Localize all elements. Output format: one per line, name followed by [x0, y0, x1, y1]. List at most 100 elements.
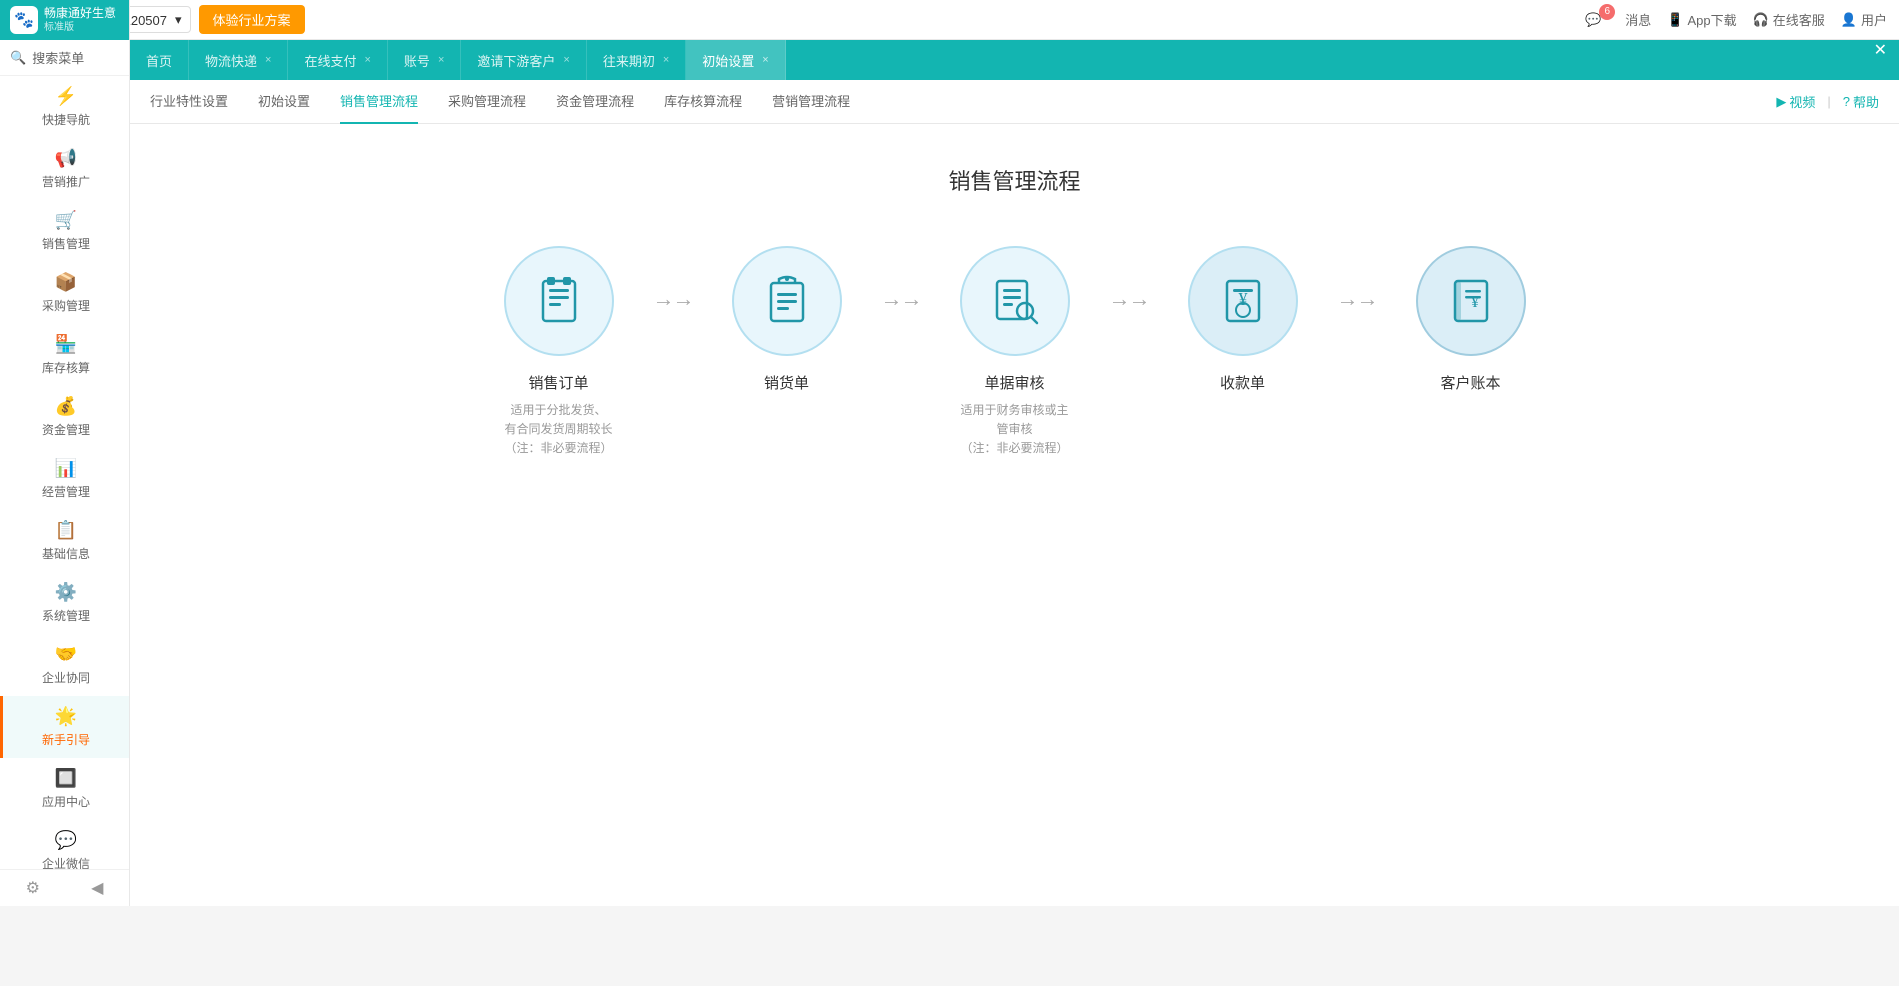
enterprise-coop-icon: 🤝: [55, 644, 77, 665]
logo-text: 畅康通好生意: [44, 6, 116, 22]
sidebar-item-enterprise-wechat[interactable]: 💬 企业微信: [0, 820, 129, 869]
sub-tabs-left: 行业特性设置 初始设置 销售管理流程 采购管理流程 资金管理流程 库存核算流程 …: [150, 80, 850, 124]
collapse-sidebar-icon[interactable]: ◀: [91, 878, 103, 898]
close-icon[interactable]: ×: [762, 54, 768, 66]
quick-nav-icon: ⚡: [55, 86, 77, 107]
flow-step-sales-delivery: 销货单: [697, 246, 877, 401]
sidebar-item-label: 系统管理: [42, 607, 90, 624]
nav-tab-period-init[interactable]: 往来期初 ×: [587, 40, 686, 80]
main-content: 行业特性设置 初始设置 销售管理流程 采购管理流程 资金管理流程 库存核算流程 …: [130, 80, 1899, 906]
logo-icon: 🐾: [10, 6, 38, 34]
flow-step-title: 收款单: [1220, 372, 1265, 393]
nav-tabs: 首页 物流快递 × 在线支付 × 账号 × 邀请下游客户 × 往来期初 × 初始…: [130, 40, 1899, 80]
search-menu-item[interactable]: 🔍 搜索菜单: [0, 40, 129, 76]
flow-step-doc-review: 单据审核 适用于财务审核或主管审核（注：非必要流程）: [925, 246, 1105, 459]
sidebar-item-inventory[interactable]: 🏪 库存核算: [0, 324, 129, 386]
sidebar-item-sales-mgmt[interactable]: 🛒 销售管理: [0, 200, 129, 262]
help-button[interactable]: ? 帮助: [1843, 92, 1879, 111]
sidebar-item-label: 新手引导: [42, 731, 90, 748]
sub-tab-label: 采购管理流程: [448, 91, 526, 110]
flow-step-title: 客户账本: [1440, 372, 1500, 393]
user-label: 用户: [1861, 10, 1887, 29]
sidebar-item-purchase-mgmt[interactable]: 📦 采购管理: [0, 262, 129, 324]
flow-step-receipt: ¥ 收款单: [1153, 246, 1333, 401]
close-icon[interactable]: ×: [438, 54, 444, 66]
nav-tab-payment[interactable]: 在线支付 ×: [288, 40, 387, 80]
flow-step-desc: 适用于分批发货、有合同发货周期较长（注：非必要流程）: [504, 401, 612, 459]
nav-tab-account[interactable]: 账号 ×: [388, 40, 461, 80]
messages-button[interactable]: 💬 6 消息: [1585, 10, 1651, 29]
trial-button[interactable]: 体验行业方案: [199, 5, 305, 34]
flow-step-title: 销售订单: [528, 372, 588, 393]
sidebar-item-ops-mgmt[interactable]: 📊 经营管理: [0, 448, 129, 510]
sidebar-item-sys-mgmt[interactable]: ⚙️ 系统管理: [0, 572, 129, 634]
top-bar: 用户690企业1660120507 ▾ 体验行业方案 💬 6 消息 📱 App下…: [0, 0, 1899, 40]
page-body: 销售管理流程 销售订单 适用于分批发货、有合同发货周期较长（注：非必要流程）: [130, 124, 1899, 479]
sub-tab-industry-settings[interactable]: 行业特性设置: [150, 80, 228, 124]
sidebar-item-quick-nav[interactable]: ⚡ 快捷导航: [0, 76, 129, 138]
user-avatar-button[interactable]: 👤 用户: [1841, 10, 1887, 29]
close-icon[interactable]: ×: [663, 54, 669, 66]
flow-arrow-4: →→: [1333, 286, 1381, 312]
flow-diagram: 销售订单 适用于分批发货、有合同发货周期较长（注：非必要流程） →→ 销货: [170, 246, 1859, 459]
play-icon: ▶: [1776, 94, 1786, 110]
nav-tab-invite[interactable]: 邀请下游客户 ×: [461, 40, 586, 80]
close-icon[interactable]: ×: [563, 54, 569, 66]
ops-icon: 📊: [55, 458, 77, 479]
sidebar-item-new-guide[interactable]: 🌟 新手引导: [0, 696, 129, 758]
sub-tab-finance-flow[interactable]: 资金管理流程: [556, 80, 634, 124]
app-download-button[interactable]: 📱 App下载: [1667, 10, 1736, 29]
basic-info-icon: 📋: [55, 520, 77, 541]
sub-tab-label: 销售管理流程: [340, 91, 418, 110]
search-icon: 🔍: [10, 50, 26, 66]
sub-tabs: 行业特性设置 初始设置 销售管理流程 采购管理流程 资金管理流程 库存核算流程 …: [130, 80, 1899, 124]
nav-tab-logistics[interactable]: 物流快递 ×: [189, 40, 288, 80]
page-title: 销售管理流程: [170, 164, 1859, 196]
sidebar-item-finance-mgmt[interactable]: 💰 资金管理: [0, 386, 129, 448]
sub-tab-purchase-flow[interactable]: 采购管理流程: [448, 80, 526, 124]
flow-step-title: 销货单: [764, 372, 809, 393]
sales-icon: 🛒: [55, 210, 77, 231]
flow-circle-sales-order: [504, 246, 614, 356]
sidebar-item-enterprise-coop[interactable]: 🤝 企业协同: [0, 634, 129, 696]
video-help-button[interactable]: ▶ 视频: [1776, 92, 1815, 111]
flow-arrow-2: →→: [877, 286, 925, 312]
close-icon[interactable]: ×: [265, 54, 271, 66]
sidebar-item-basic-info[interactable]: 📋 基础信息: [0, 510, 129, 572]
online-service-label: 在线客服: [1773, 10, 1825, 29]
download-icon: 📱: [1667, 12, 1683, 28]
sidebar-item-label: 资金管理: [42, 421, 90, 438]
close-window-icon[interactable]: ✕: [1874, 40, 1887, 80]
online-service-button[interactable]: 🎧 在线客服: [1753, 10, 1825, 29]
app-center-icon: 🔲: [55, 768, 77, 789]
inventory-icon: 🏪: [55, 334, 77, 355]
sys-mgmt-icon: ⚙️: [55, 582, 77, 603]
sidebar-item-label: 营销推广: [42, 173, 90, 190]
nav-tab-label: 账号: [404, 51, 430, 70]
close-icon[interactable]: ×: [364, 54, 370, 66]
sidebar-item-label: 销售管理: [42, 235, 90, 252]
sidebar-item-label: 经营管理: [42, 483, 90, 500]
nav-tab-home[interactable]: 首页: [130, 40, 189, 80]
sub-tab-initial-settings[interactable]: 初始设置: [258, 80, 310, 124]
sub-tab-marketing-flow[interactable]: 营销管理流程: [772, 80, 850, 124]
settings-bottom-icon[interactable]: ⚙: [26, 878, 40, 898]
flow-step-desc: 适用于财务审核或主管审核（注：非必要流程）: [960, 401, 1068, 459]
sidebar-logo: 🐾 畅康通好生意 标准版: [0, 0, 129, 40]
nav-tab-label: 首页: [146, 51, 172, 70]
headset-icon: 🎧: [1753, 12, 1769, 28]
sidebar-item-app-center[interactable]: 🔲 应用中心: [0, 758, 129, 820]
nav-tab-initial-setup[interactable]: 初始设置 ×: [686, 40, 785, 80]
sub-tab-sales-flow[interactable]: 销售管理流程: [340, 80, 418, 124]
marketing-icon: 📢: [55, 148, 77, 169]
help-label: 帮助: [1853, 92, 1879, 111]
sidebar-bottom: ⚙ ◀: [0, 869, 129, 906]
sidebar-item-marketing-promo[interactable]: 📢 营销推广: [0, 138, 129, 200]
flow-arrow-1: →→: [649, 286, 697, 312]
flow-arrow-3: →→: [1105, 286, 1153, 312]
finance-icon: 💰: [55, 396, 77, 417]
sidebar: 🐾 畅康通好生意 标准版 🔍 搜索菜单 ⚡ 快捷导航 📢 营销推广 🛒 销售管理…: [0, 0, 130, 906]
messages-label: 消息: [1625, 10, 1651, 29]
video-label: 视频: [1789, 92, 1815, 111]
sub-tab-inventory-flow[interactable]: 库存核算流程: [664, 80, 742, 124]
